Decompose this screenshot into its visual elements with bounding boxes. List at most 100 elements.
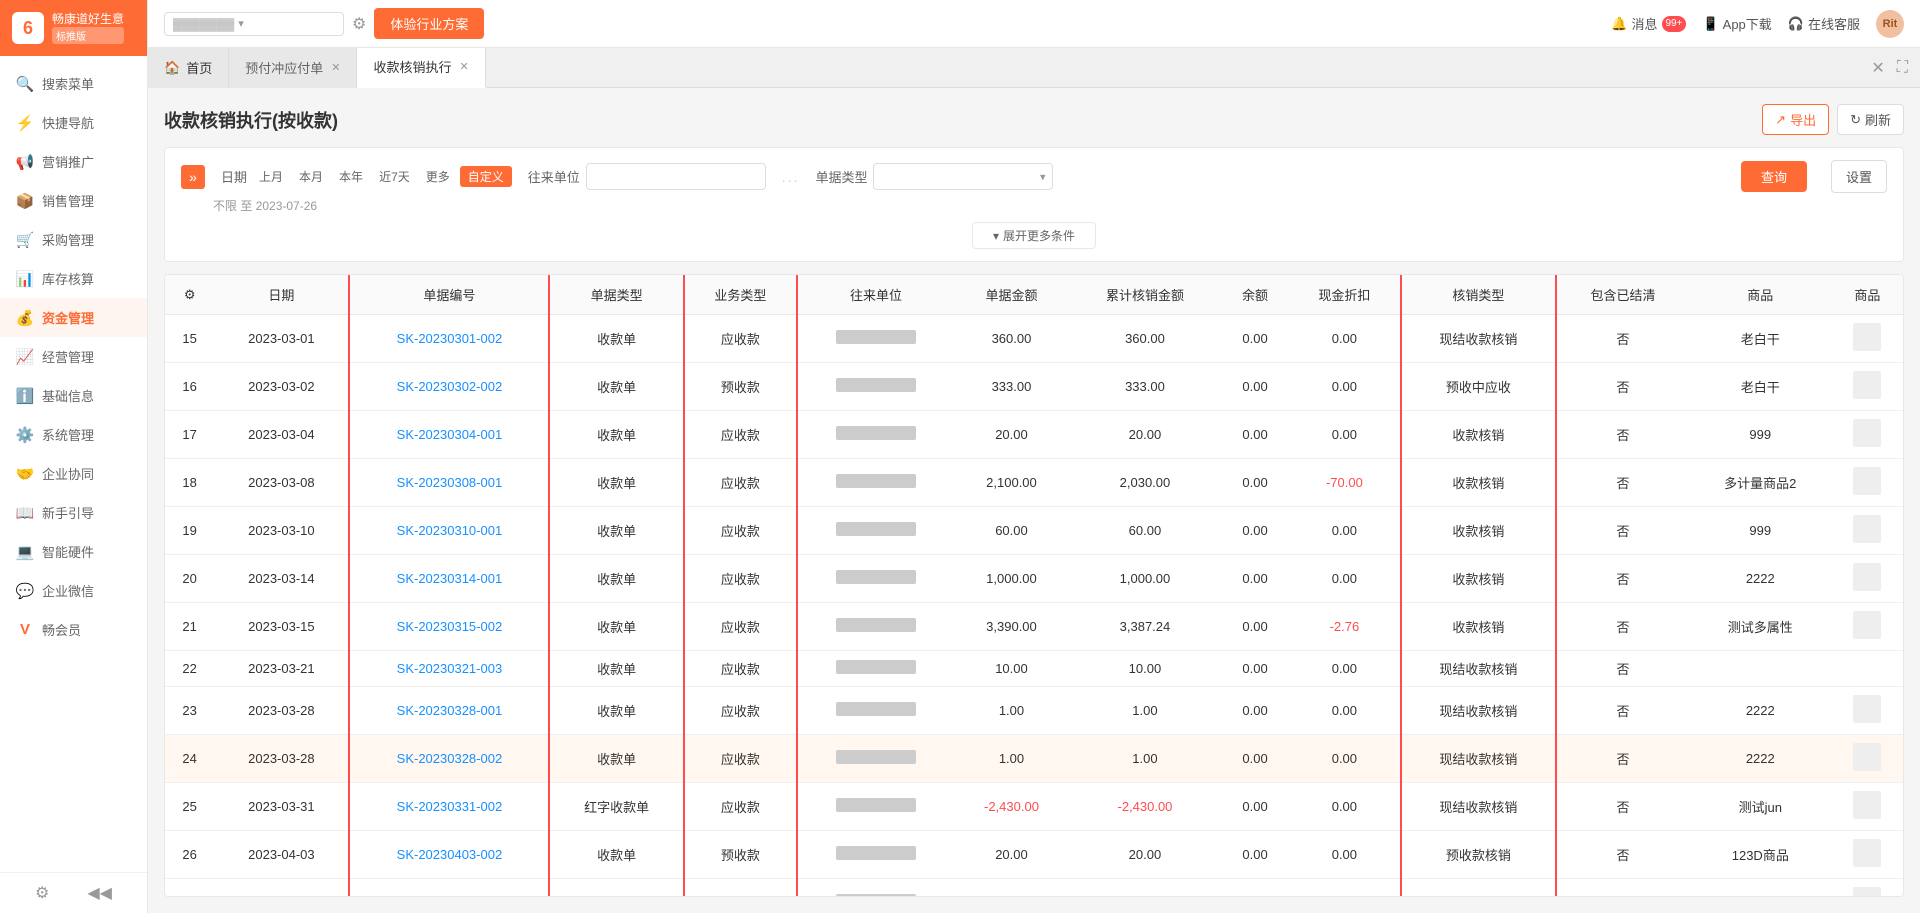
doc-no-link[interactable]: SK-20230328-002 — [397, 751, 503, 766]
query-button[interactable]: 查询 — [1741, 161, 1807, 192]
sidebar-item-business[interactable]: 📈 经营管理 — [0, 337, 147, 376]
doc-no-column-header: 单据编号 — [349, 275, 549, 315]
sidebar-item-base[interactable]: ℹ️ 基础信息 — [0, 376, 147, 415]
doc-no-link[interactable]: SK-20230331-002 — [397, 799, 503, 814]
sidebar-item-hardware[interactable]: 💻 智能硬件 — [0, 532, 147, 571]
settings-bottom-icon[interactable]: ⚙ — [35, 883, 49, 903]
sidebar-item-inventory[interactable]: 📊 库存核算 — [0, 259, 147, 298]
row-include-settled: 否 — [1556, 651, 1689, 687]
row-date: 2023-04-08 — [214, 879, 349, 898]
row-writeoff-amount: 60.00 — [1069, 507, 1221, 555]
tab-collection-close-icon[interactable]: ✕ — [459, 60, 468, 73]
doc-no-link[interactable]: SK-20230408-001 — [397, 895, 503, 897]
gear-column-header[interactable]: ⚙ — [165, 275, 214, 315]
row-goods-img — [1832, 603, 1903, 651]
data-table-container[interactable]: ⚙ 日期 单据编号 单据类型 业务类型 往来单位 单据金额 累计核销金额 余额 … — [164, 274, 1904, 897]
custom-date-btn[interactable]: 自定义 — [460, 166, 512, 187]
doc-no-link[interactable]: SK-20230315-002 — [397, 619, 503, 634]
more-date-btn[interactable]: 更多 — [420, 166, 456, 187]
this-month-btn[interactable]: 本月 — [293, 166, 329, 187]
avatar[interactable]: Rit — [1876, 10, 1904, 38]
last-7-days-btn[interactable]: 近7天 — [373, 166, 416, 187]
row-doc-type: 收款单 — [549, 687, 683, 735]
sidebar-item-wechat[interactable]: 💬 企业微信 — [0, 571, 147, 610]
tab-home[interactable]: 🏠 首页 — [148, 48, 229, 88]
sidebar-item-label: 销售管理 — [42, 191, 94, 210]
last-month-btn[interactable]: 上月 — [253, 166, 289, 187]
row-writeoff-amount: 10.00 — [1069, 651, 1221, 687]
row-include-settled: 否 — [1556, 831, 1689, 879]
page-header: 收款核销执行(按收款) ↗ 导出 ↻ 刷新 — [164, 104, 1904, 135]
row-date: 2023-03-21 — [214, 651, 349, 687]
tab-prepay[interactable]: 预付冲应付单 ✕ — [229, 48, 357, 88]
table-row: 24 2023-03-28 SK-20230328-002 收款单 应收款 1.… — [165, 735, 1903, 783]
row-include-settled: 否 — [1556, 315, 1689, 363]
doc-no-link[interactable]: SK-20230314-001 — [397, 571, 503, 586]
row-date: 2023-03-10 — [214, 507, 349, 555]
sidebar-item-coop[interactable]: 🤝 企业协同 — [0, 454, 147, 493]
export-button[interactable]: ↗ 导出 — [1762, 104, 1829, 135]
date-column-header: 日期 — [214, 275, 349, 315]
tab-collection[interactable]: 收款核销执行 ✕ — [357, 48, 485, 88]
sidebar-item-system[interactable]: ⚙️ 系统管理 — [0, 415, 147, 454]
row-balance: 0.00 — [1221, 363, 1289, 411]
online-service-button[interactable]: 🎧 在线客服 — [1788, 14, 1860, 33]
sidebar-item-search[interactable]: 🔍 搜索菜单 — [0, 64, 147, 103]
sidebar-item-member[interactable]: V 畅会员 — [0, 610, 147, 649]
doc-no-link[interactable]: SK-20230310-001 — [397, 523, 503, 538]
filter-expand-icon[interactable]: » — [181, 165, 205, 189]
expand-tab-icon[interactable]: ⛶ — [1893, 55, 1912, 81]
notification-button[interactable]: 🔔 消息 99+ — [1611, 14, 1686, 33]
row-date: 2023-03-28 — [214, 735, 349, 783]
doc-no-link[interactable]: SK-20230403-002 — [397, 847, 503, 862]
doc-type-select[interactable]: 收款单 红字收款单 — [873, 163, 1053, 190]
table-row: 26 2023-04-03 SK-20230403-002 收款单 预收款 20… — [165, 831, 1903, 879]
close-tab-icon[interactable]: ✕ — [1867, 54, 1888, 82]
doc-no-link[interactable]: SK-20230308-001 — [397, 475, 503, 490]
doc-no-link[interactable]: SK-20230301-002 — [397, 331, 503, 346]
sidebar-item-guide[interactable]: 📖 新手引导 — [0, 493, 147, 532]
row-doc-type: 收款单 — [549, 651, 683, 687]
row-goods: 测试jun — [1689, 783, 1832, 831]
tab-actions: ✕ ⛶ — [1859, 54, 1920, 82]
sidebar-item-label: 新手引导 — [42, 503, 94, 522]
row-doc-type: 收款单 — [549, 879, 683, 898]
sidebar-item-purchase[interactable]: 🛒 采购管理 — [0, 220, 147, 259]
settings-button[interactable]: 设置 — [1831, 160, 1887, 193]
sidebar-item-quick[interactable]: ⚡ 快捷导航 — [0, 103, 147, 142]
solution-button[interactable]: 体验行业方案 — [374, 8, 484, 39]
expand-more-button[interactable]: ▾ 展开更多条件 — [972, 222, 1096, 249]
collapse-icon[interactable]: ◀◀ — [87, 883, 112, 903]
sidebar-item-label: 企业微信 — [42, 581, 94, 600]
this-year-btn[interactable]: 本年 — [333, 166, 369, 187]
row-id: 27 — [165, 879, 214, 898]
row-goods-img — [1832, 363, 1903, 411]
row-goods: 999 — [1689, 411, 1832, 459]
row-goods: 衣服00001 — [1689, 879, 1832, 898]
sidebar-item-label: 企业协同 — [42, 464, 94, 483]
sidebar-item-sales[interactable]: 📦 销售管理 — [0, 181, 147, 220]
sidebar: 6 畅康道好生意 标推版 🔍 搜索菜单 ⚡ 快捷导航 📢 营销推广 📦 销售管理… — [0, 0, 148, 913]
company-select[interactable]: ▓▓▓▓▓▓▓ ▾ — [164, 12, 344, 36]
row-id: 19 — [165, 507, 214, 555]
doc-no-link[interactable]: SK-20230304-001 — [397, 427, 503, 442]
row-balance: 0.00 — [1221, 687, 1289, 735]
app-download-button[interactable]: 📱 App下载 — [1702, 14, 1771, 33]
sidebar-item-finance[interactable]: 💰 资金管理 — [0, 298, 147, 337]
sidebar-item-marketing[interactable]: 📢 营销推广 — [0, 142, 147, 181]
doc-no-link[interactable]: SK-20230321-003 — [397, 661, 503, 676]
row-goods-img — [1832, 687, 1903, 735]
row-goods-img — [1832, 879, 1903, 898]
topbar-gear-icon[interactable]: ⚙ — [352, 14, 366, 34]
row-doc-no: SK-20230328-001 — [349, 687, 549, 735]
table-body: 15 2023-03-01 SK-20230301-002 收款单 应收款 36… — [165, 315, 1903, 898]
table-row: 27 2023-04-08 SK-20230408-001 收款单 应收款 10… — [165, 879, 1903, 898]
tab-prepay-close-icon[interactable]: ✕ — [331, 61, 340, 74]
partner-input[interactable] — [586, 163, 766, 190]
coop-icon: 🤝 — [16, 465, 34, 483]
refresh-button[interactable]: ↻ 刷新 — [1837, 104, 1904, 135]
doc-type-select-wrap: 收款单 红字收款单 — [873, 163, 1053, 190]
doc-no-link[interactable]: SK-20230302-002 — [397, 379, 503, 394]
row-id: 23 — [165, 687, 214, 735]
doc-no-link[interactable]: SK-20230328-001 — [397, 703, 503, 718]
